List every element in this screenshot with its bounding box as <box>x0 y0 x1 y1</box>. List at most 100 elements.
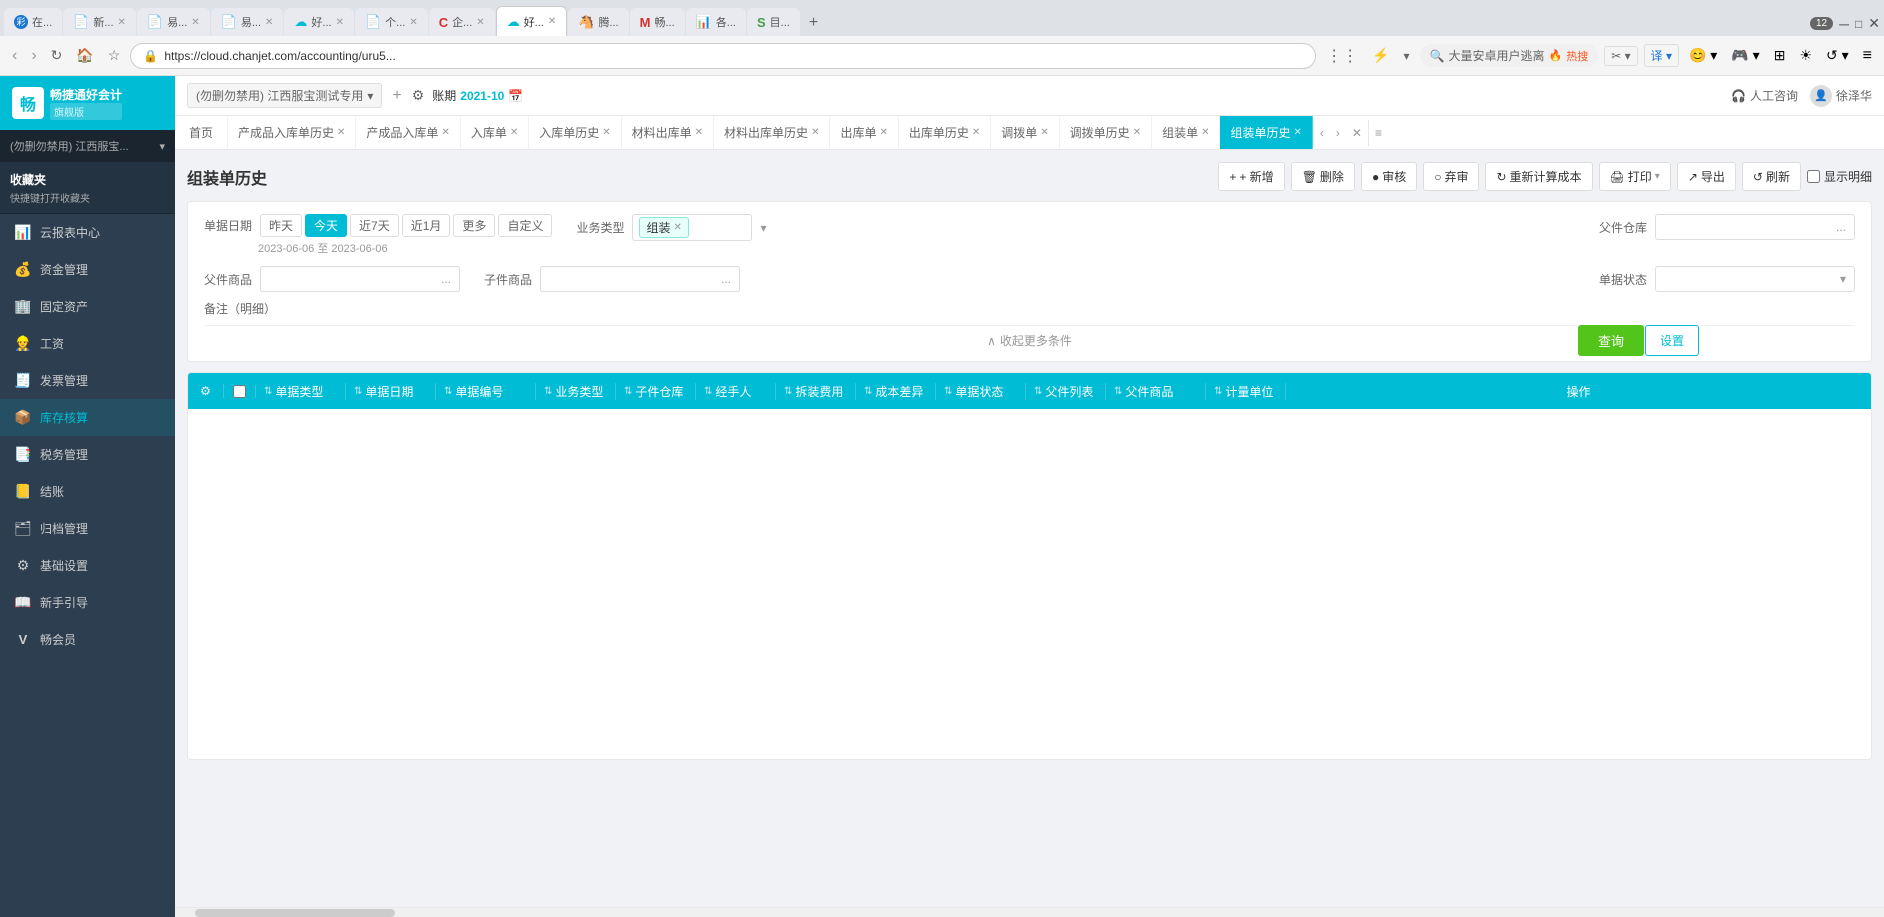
audit-button[interactable]: ● 审核 <box>1361 162 1417 191</box>
bill-status-select[interactable]: ▾ <box>1655 266 1855 292</box>
date-btn-1month[interactable]: 近1月 <box>402 214 451 237</box>
new-tab-btn[interactable]: + <box>801 10 826 36</box>
col-bill-no[interactable]: ⇅ 单据编号 <box>436 383 536 400</box>
sidebar-item-checkout[interactable]: 📒 结账 <box>0 473 175 510</box>
sidebar-item-member[interactable]: V 畅会员 <box>0 621 175 658</box>
tab-2-close[interactable]: ✕ <box>118 17 126 28</box>
parent-warehouse-input[interactable]: ... <box>1655 214 1855 240</box>
nav-sun[interactable]: ☀ <box>1795 45 1816 66</box>
browser-tab-6[interactable]: 📄 个... ✕ <box>355 8 428 36</box>
sidebar-item-assets[interactable]: 🏢 固定资产 <box>0 288 175 325</box>
tab-inbound-history[interactable]: 入库单历史 ✕ <box>529 116 621 149</box>
sub-goods-input[interactable]: ... <box>540 266 740 292</box>
tab-transfer[interactable]: 调拨单 ✕ <box>991 116 1059 149</box>
nav-refresh[interactable]: ↻ <box>47 43 67 68</box>
nav-forward[interactable]: › <box>27 43 40 69</box>
sidebar-item-reports[interactable]: 📊 云报表中心 <box>0 214 175 251</box>
collapse-btn[interactable]: ∧ 收起更多条件 <box>987 332 1072 349</box>
date-btn-yesterday[interactable]: 昨天 <box>260 214 302 237</box>
show-detail-input[interactable] <box>1807 170 1820 183</box>
tab-more-options[interactable]: ≡ <box>1368 120 1388 146</box>
business-type-tag-close[interactable]: ✕ <box>673 222 681 233</box>
search-area[interactable]: 🔍 大量安卓用户逃离 🔥 热搜 <box>1420 44 1599 67</box>
select-all-checkbox[interactable] <box>233 385 246 398</box>
prod-in-close[interactable]: ✕ <box>441 127 449 138</box>
col-cost-diff[interactable]: ⇅ 成本差异 <box>856 383 936 400</box>
filter-settings-button[interactable]: 设置 <box>1645 325 1699 356</box>
inbound-close[interactable]: ✕ <box>510 127 518 138</box>
nav-grid[interactable]: ⊞ <box>1770 45 1790 66</box>
prod-in-history-close[interactable]: ✕ <box>337 127 345 138</box>
nav-translate[interactable]: 译 ▾ <box>1644 44 1679 67</box>
tab-nav-left[interactable]: ‹ <box>1313 120 1330 146</box>
browser-tab-3[interactable]: 📄 易... ✕ <box>137 8 210 36</box>
col-parent-goods[interactable]: ⇅ 父件商品 <box>1106 383 1206 400</box>
tab-material-out-history[interactable]: 材料出库单历史 ✕ <box>714 116 830 149</box>
material-out-close[interactable]: ✕ <box>695 127 703 138</box>
tab-inbound[interactable]: 入库单 ✕ <box>461 116 529 149</box>
tab-material-out[interactable]: 材料出库单 ✕ <box>622 116 714 149</box>
nav-tools[interactable]: ✂ ▾ <box>1604 46 1637 66</box>
tab-transfer-history[interactable]: 调拨单历史 ✕ <box>1060 116 1152 149</box>
sidebar-item-guide[interactable]: 📖 新手引导 <box>0 584 175 621</box>
export-button[interactable]: ↗ 导出 <box>1677 162 1736 191</box>
inbound-history-close[interactable]: ✕ <box>602 127 610 138</box>
col-unit[interactable]: ⇅ 计量单位 <box>1206 383 1286 400</box>
col-sub-warehouse[interactable]: ⇅ 子件仓库 <box>616 383 696 400</box>
window-close[interactable]: ✕ <box>1868 15 1880 32</box>
nav-emoji[interactable]: 😊 ▾ <box>1685 45 1721 66</box>
add-button[interactable]: + + 新增 <box>1218 162 1284 191</box>
parent-goods-more[interactable]: ... <box>441 272 451 286</box>
transfer-history-close[interactable]: ✕ <box>1133 127 1141 138</box>
tab-outbound[interactable]: 出库单 ✕ <box>830 116 898 149</box>
browser-tab-2[interactable]: 📄 新... ✕ <box>63 8 136 36</box>
date-btn-today[interactable]: 今天 <box>305 214 347 237</box>
nav-menu[interactable]: ≡ <box>1859 45 1876 67</box>
horizontal-scrollbar[interactable] <box>175 907 1884 917</box>
nav-bookmark[interactable]: ☆ <box>104 43 125 68</box>
nav-home[interactable]: 🏠 <box>72 43 97 68</box>
window-maximize[interactable]: □ <box>1855 17 1862 31</box>
browser-tab-10[interactable]: 📊 各... <box>686 8 746 36</box>
add-company-btn[interactable]: + <box>390 87 403 105</box>
date-btn-7days[interactable]: 近7天 <box>350 214 399 237</box>
business-type-dropdown-arrow[interactable]: ▾ <box>760 221 766 235</box>
browser-tab-4[interactable]: 📄 易... ✕ <box>211 8 284 36</box>
tab-production-in-history[interactable]: 产成品入库单历史 ✕ <box>228 116 356 149</box>
user-avatar[interactable]: 👤 徐泽华 <box>1810 85 1872 107</box>
show-detail-checkbox[interactable]: 显示明细 <box>1807 168 1872 185</box>
col-biz-type[interactable]: ⇅ 业务类型 <box>536 383 616 400</box>
tab-production-in[interactable]: 产成品入库单 ✕ <box>356 116 460 149</box>
col-bill-date[interactable]: ⇅ 单据日期 <box>346 383 436 400</box>
tab-nav-right[interactable]: › <box>1330 120 1346 146</box>
col-bill-type[interactable]: ⇅ 单据类型 <box>256 383 346 400</box>
tab-assemble[interactable]: 组装单 ✕ <box>1152 116 1220 149</box>
date-btn-more[interactable]: 更多 <box>453 214 495 237</box>
sidebar-item-invoice[interactable]: 🧾 发票管理 <box>0 362 175 399</box>
sidebar-item-salary[interactable]: 👷 工资 <box>0 325 175 362</box>
sidebar-item-tax[interactable]: 📑 税务管理 <box>0 436 175 473</box>
date-btn-custom[interactable]: 自定义 <box>498 214 552 237</box>
favorites-shortcut[interactable]: 快捷键打开收藏夹 <box>10 190 165 205</box>
tab-4-close[interactable]: ✕ <box>265 17 273 28</box>
sub-goods-more[interactable]: ... <box>721 272 731 286</box>
tab-active-close[interactable]: ✕ <box>548 16 556 27</box>
browser-tab-11[interactable]: S 目... <box>747 8 800 36</box>
table-checkbox-col[interactable] <box>224 385 256 398</box>
sidebar-item-inventory[interactable]: 📦 库存核算 <box>0 399 175 436</box>
sidebar-item-settings[interactable]: ⚙ 基础设置 <box>0 547 175 584</box>
transfer-close[interactable]: ✕ <box>1040 127 1048 138</box>
recalculate-button[interactable]: ↻ 重新计算成本 <box>1485 162 1592 191</box>
customer-service[interactable]: 🎧 人工咨询 <box>1731 87 1798 104</box>
table-settings-col[interactable]: ⚙ <box>188 384 224 398</box>
tab-3-close[interactable]: ✕ <box>191 17 199 28</box>
nav-history[interactable]: ↺ ▾ <box>1822 45 1853 66</box>
nav-dropdown[interactable]: ▾ <box>1400 45 1414 67</box>
tab-outbound-history[interactable]: 出库单历史 ✕ <box>899 116 991 149</box>
print-button[interactable]: 🖨 打印 ▾ <box>1599 162 1671 191</box>
abandon-button[interactable]: ○ 弃审 <box>1423 162 1479 191</box>
browser-tab-1[interactable]: 彩 在... <box>4 8 62 36</box>
sidebar-item-archive[interactable]: 🗂 归档管理 <box>0 510 175 547</box>
browser-tab-active[interactable]: ☁ 好... ✕ <box>496 6 568 36</box>
header-gear-icon[interactable]: ⚙ <box>412 87 425 104</box>
